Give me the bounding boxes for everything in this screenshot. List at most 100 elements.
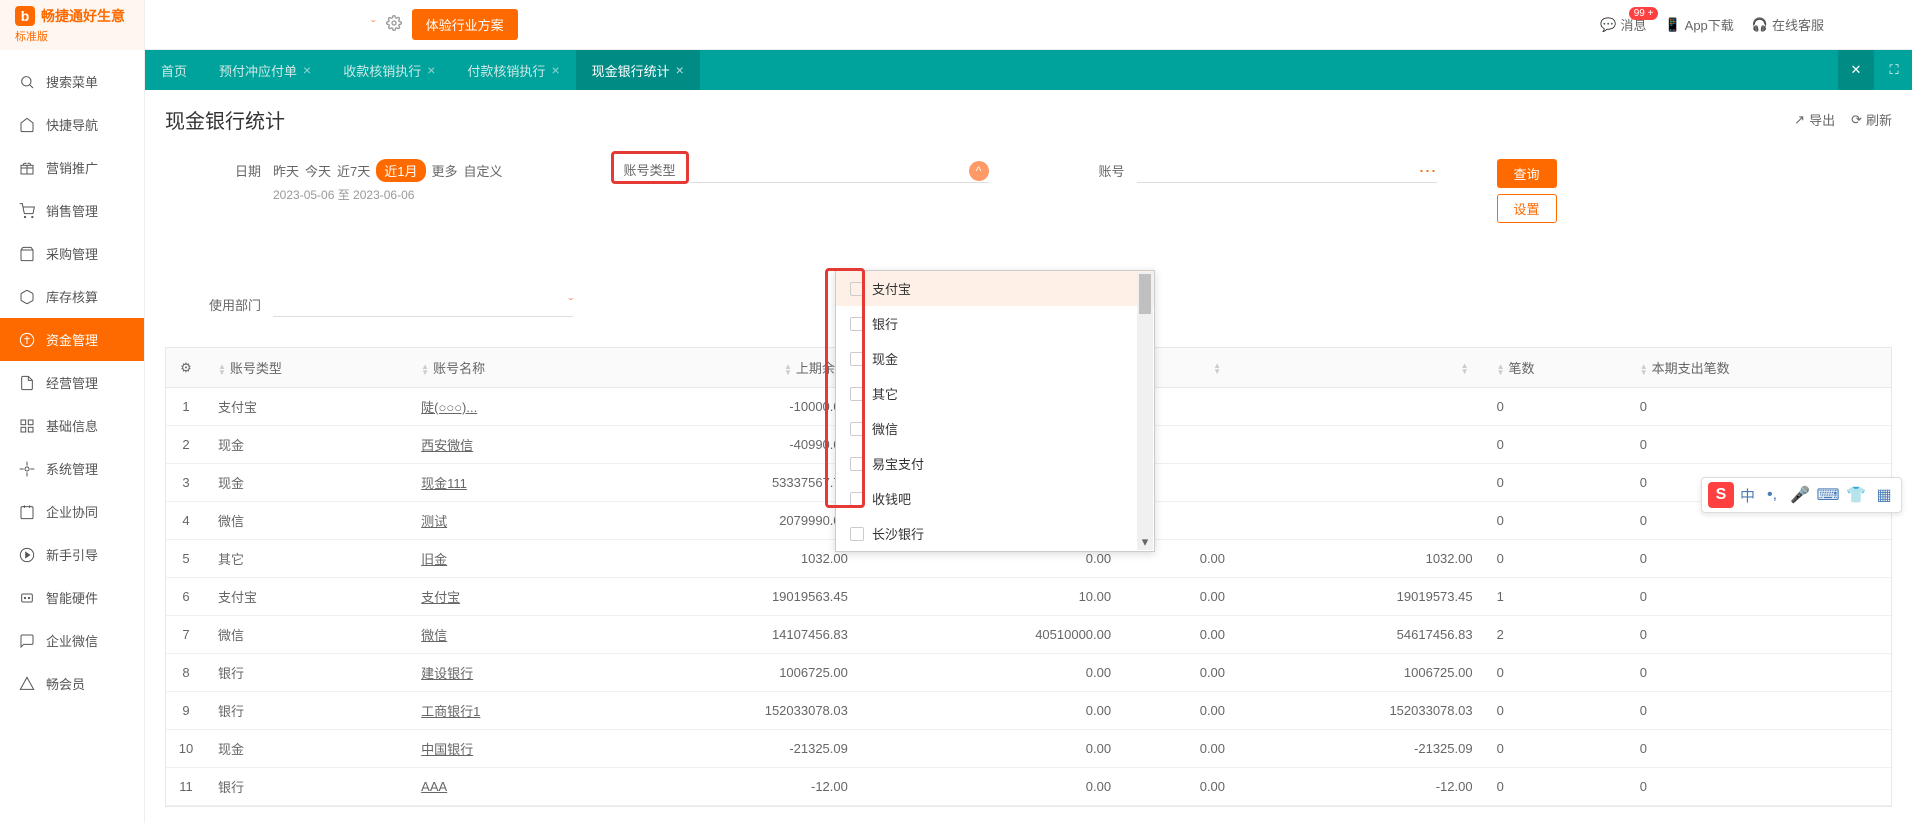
- date-quick-0[interactable]: 昨天: [273, 161, 299, 180]
- cell-name[interactable]: 支付宝: [409, 578, 612, 616]
- ime-grid-icon[interactable]: ▦: [1873, 484, 1895, 506]
- date-quick-4[interactable]: 更多: [432, 161, 458, 180]
- export-button[interactable]: ↗ 导出: [1794, 110, 1835, 129]
- ime-punct-icon[interactable]: •,: [1761, 484, 1783, 506]
- sort-icon[interactable]: ▲▼: [1213, 363, 1221, 375]
- checkbox-icon[interactable]: [850, 457, 864, 471]
- dropdown-item-0[interactable]: 支付宝: [836, 271, 1154, 306]
- refresh-button[interactable]: ⟳ 刷新: [1851, 110, 1892, 129]
- sort-icon[interactable]: ▲▼: [1461, 363, 1469, 375]
- scrollbar-down-icon[interactable]: ▾: [1137, 534, 1153, 550]
- date-quick-3[interactable]: 近1月: [376, 159, 425, 182]
- dropdown-item-7[interactable]: 长沙银行: [836, 516, 1154, 551]
- cell-name[interactable]: 现金111: [409, 464, 612, 502]
- dropdown-item-3[interactable]: 其它: [836, 376, 1154, 411]
- sidebar-item-13[interactable]: 企业微信: [0, 619, 144, 662]
- ime-logo-icon[interactable]: S: [1708, 482, 1734, 508]
- checkbox-icon[interactable]: [850, 387, 864, 401]
- ime-keyboard-icon[interactable]: ⌨: [1817, 484, 1839, 506]
- ime-lang-button[interactable]: 中: [1740, 485, 1755, 506]
- sort-icon[interactable]: ▲▼: [421, 364, 429, 376]
- close-tab-button[interactable]: ✕: [1838, 50, 1874, 90]
- dropdown-scrollbar[interactable]: ▾: [1137, 272, 1153, 550]
- search-button[interactable]: 查询: [1497, 159, 1557, 188]
- checkbox-icon[interactable]: [850, 352, 864, 366]
- sidebar-item-2[interactable]: 营销推广: [0, 146, 144, 189]
- sidebar-item-12[interactable]: 智能硬件: [0, 576, 144, 619]
- dropdown-item-5[interactable]: 易宝支付: [836, 446, 1154, 481]
- chevron-down-icon[interactable]: ˇ: [568, 295, 573, 311]
- close-icon[interactable]: ×: [427, 62, 435, 78]
- checkbox-icon[interactable]: [850, 282, 864, 296]
- company-select[interactable]: ˇ: [165, 17, 376, 33]
- collapse-icon[interactable]: ^: [969, 161, 989, 181]
- checkbox-icon[interactable]: [850, 492, 864, 506]
- tab-0[interactable]: 首页: [145, 50, 203, 90]
- checkbox-icon[interactable]: [850, 422, 864, 436]
- cell-name[interactable]: 陡(○○○)...: [409, 388, 612, 426]
- column-1[interactable]: ▲▼账号类型: [206, 348, 409, 388]
- cell-name[interactable]: 微信: [409, 616, 612, 654]
- cell-name[interactable]: 中国银行: [409, 730, 612, 768]
- dropdown-item-6[interactable]: 收钱吧: [836, 481, 1154, 516]
- account-type-input[interactable]: [689, 159, 989, 183]
- tab-1[interactable]: 预付冲应付单×: [203, 50, 327, 90]
- date-quick-1[interactable]: 今天: [305, 161, 331, 180]
- date-quick-5[interactable]: 自定义: [464, 161, 503, 180]
- close-icon[interactable]: ×: [676, 62, 684, 78]
- cell-name[interactable]: 西安微信: [409, 426, 612, 464]
- column-7[interactable]: ▲▼笔数: [1485, 348, 1628, 388]
- ime-mic-icon[interactable]: 🎤: [1789, 484, 1811, 506]
- tab-2[interactable]: 收款核销执行×: [327, 50, 451, 90]
- checkbox-icon[interactable]: [850, 317, 864, 331]
- cell-name[interactable]: 旧金: [409, 540, 612, 578]
- messages-button[interactable]: 💬 消息 99 +: [1600, 15, 1646, 34]
- settings-button[interactable]: 设置: [1497, 194, 1557, 223]
- gear-icon[interactable]: ⚙: [180, 360, 192, 375]
- dropdown-item-4[interactable]: 微信: [836, 411, 1154, 446]
- account-input[interactable]: [1137, 159, 1437, 183]
- ime-shirt-icon[interactable]: 👕: [1845, 484, 1867, 506]
- column-0[interactable]: ⚙: [166, 348, 206, 388]
- sidebar-item-9[interactable]: 系统管理: [0, 447, 144, 490]
- close-icon[interactable]: ×: [303, 62, 311, 78]
- experience-button[interactable]: 体验行业方案: [412, 9, 518, 40]
- fullscreen-button[interactable]: ⛶: [1876, 50, 1912, 90]
- dept-input[interactable]: [273, 293, 573, 317]
- dropdown-item-2[interactable]: 现金: [836, 341, 1154, 376]
- online-service-button[interactable]: 🎧 在线客服: [1752, 15, 1824, 34]
- sort-icon[interactable]: ▲▼: [1497, 364, 1505, 376]
- close-icon[interactable]: ×: [551, 62, 559, 78]
- cell-name[interactable]: 工商银行1: [409, 692, 612, 730]
- sidebar-item-5[interactable]: 库存核算: [0, 275, 144, 318]
- tab-3[interactable]: 付款核销执行×: [451, 50, 575, 90]
- sidebar-item-10[interactable]: 企业协同: [0, 490, 144, 533]
- sidebar-item-4[interactable]: 采购管理: [0, 232, 144, 275]
- column-2[interactable]: ▲▼账号名称: [409, 348, 612, 388]
- sidebar-item-6[interactable]: 资金管理: [0, 318, 144, 361]
- column-8[interactable]: ▲▼本期支出笔数: [1628, 348, 1891, 388]
- sidebar-item-11[interactable]: 新手引导: [0, 533, 144, 576]
- sidebar-item-0[interactable]: 搜索菜单: [0, 60, 144, 103]
- cell-name[interactable]: 测试: [409, 502, 612, 540]
- dropdown-item-1[interactable]: 银行: [836, 306, 1154, 341]
- scrollbar-thumb[interactable]: [1139, 274, 1151, 314]
- date-quick-2[interactable]: 近7天: [337, 161, 370, 180]
- sort-icon[interactable]: ▲▼: [218, 364, 226, 376]
- sidebar-item-14[interactable]: 畅会员: [0, 662, 144, 705]
- column-6[interactable]: ▲▼: [1237, 348, 1485, 388]
- tab-4[interactable]: 现金银行统计×: [576, 50, 700, 90]
- cell-name[interactable]: AAA: [409, 768, 612, 806]
- sort-icon[interactable]: ▲▼: [1640, 364, 1648, 376]
- sort-icon[interactable]: ▲▼: [784, 364, 792, 376]
- sidebar-item-8[interactable]: 基础信息: [0, 404, 144, 447]
- gear-icon[interactable]: [386, 15, 402, 34]
- sidebar-item-1[interactable]: 快捷导航: [0, 103, 144, 146]
- checkbox-icon[interactable]: [850, 527, 864, 541]
- cell-name[interactable]: 建设银行: [409, 654, 612, 692]
- sidebar-item-7[interactable]: 经营管理: [0, 361, 144, 404]
- app-download-button[interactable]: 📱 App下载: [1664, 15, 1733, 34]
- sidebar-item-3[interactable]: 销售管理: [0, 189, 144, 232]
- more-icon[interactable]: ⋯: [1419, 161, 1437, 182]
- column-3[interactable]: ▲▼上期余额: [612, 348, 860, 388]
